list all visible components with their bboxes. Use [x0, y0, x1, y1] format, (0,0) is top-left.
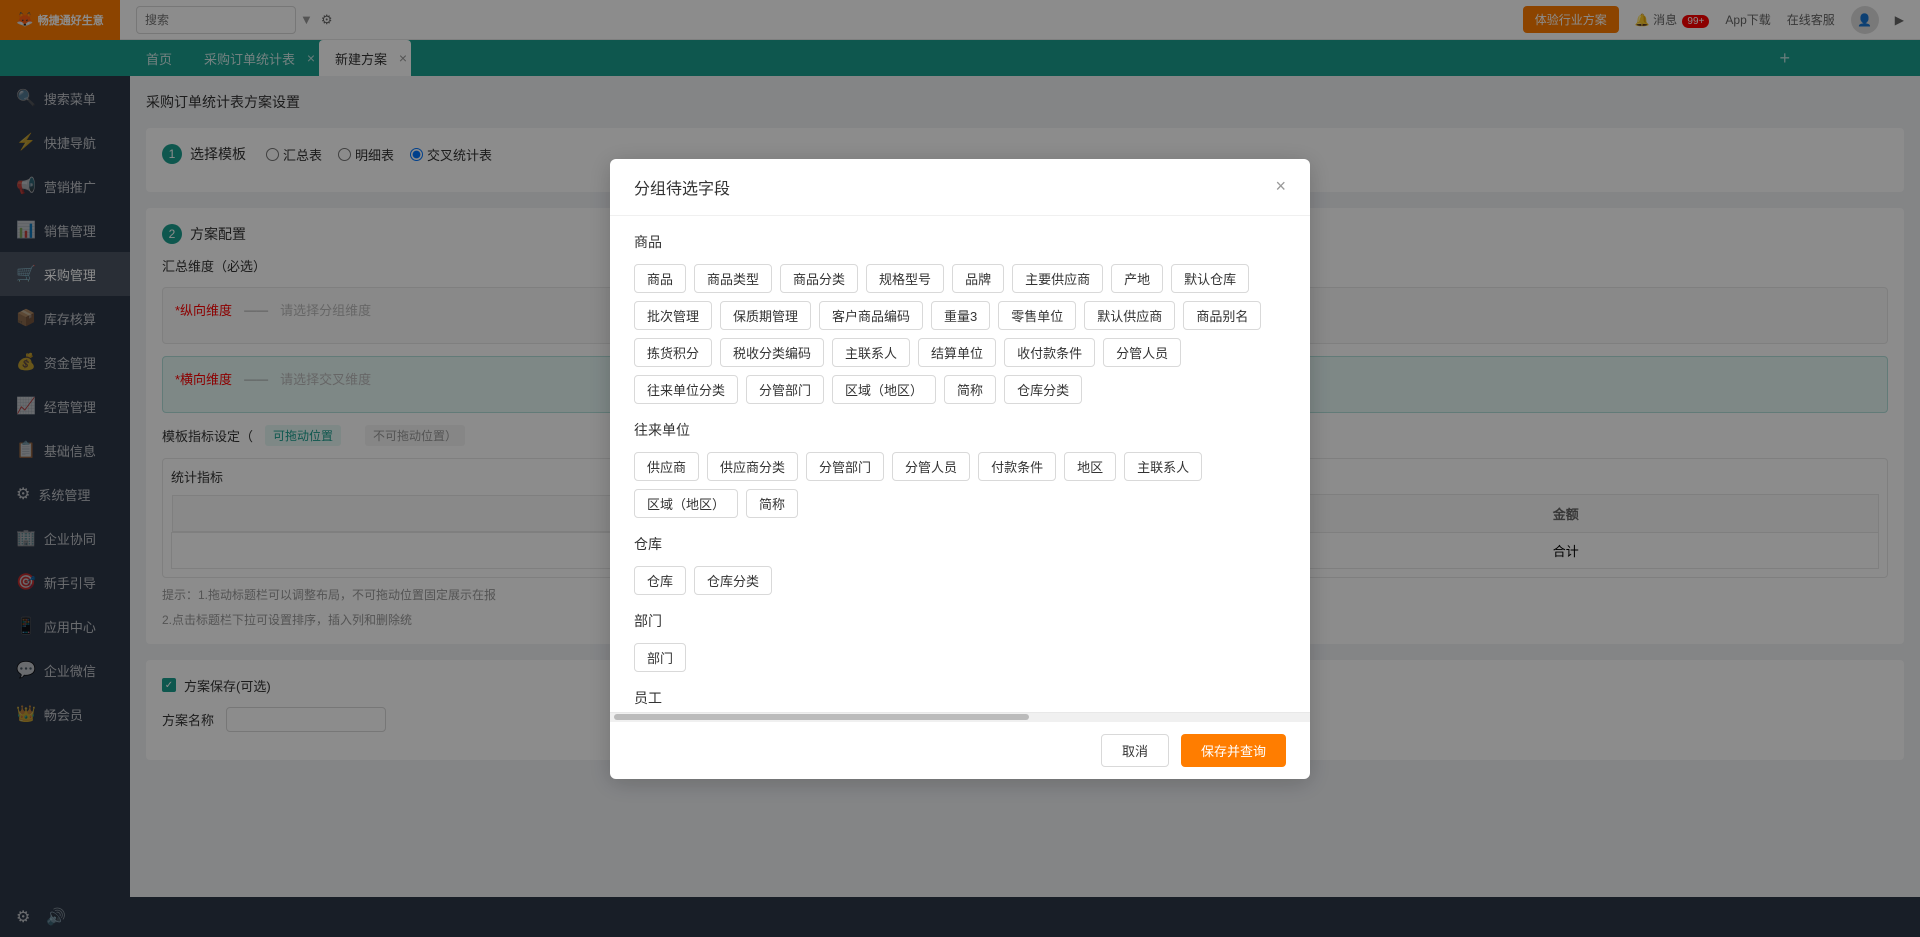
tag-retail-unit[interactable]: 零售单位 [998, 301, 1076, 330]
modal-hscroll[interactable] [610, 712, 1310, 721]
tag-customer-code[interactable]: 客户商品编码 [819, 301, 923, 330]
tag-product-category[interactable]: 商品分类 [780, 264, 858, 293]
tag-counterpart-category[interactable]: 往来单位分类 [634, 375, 738, 404]
section-product-title: 商品 [634, 232, 1286, 252]
section-warehouse-title: 仓库 [634, 534, 1286, 554]
section-department-title: 部门 [634, 611, 1286, 631]
tag-tax-code[interactable]: 税收分类编码 [720, 338, 824, 367]
tag-manage-person[interactable]: 分管人员 [892, 452, 970, 481]
tag-batch-management[interactable]: 批次管理 [634, 301, 712, 330]
tag-default-warehouse[interactable]: 默认仓库 [1171, 264, 1249, 293]
tag-product-alias[interactable]: 商品别名 [1183, 301, 1261, 330]
tag-short-name[interactable]: 简称 [944, 375, 996, 404]
section-counterpart-title: 往来单位 [634, 420, 1286, 440]
tag-weight3[interactable]: 重量3 [931, 301, 990, 330]
tag-warehouse[interactable]: 仓库 [634, 566, 686, 595]
tag-spec-model[interactable]: 规格型号 [866, 264, 944, 293]
save-btn[interactable]: 保存并查询 [1181, 734, 1286, 767]
tag-supervisor[interactable]: 分管人员 [1103, 338, 1181, 367]
tag-main-contact[interactable]: 主联系人 [832, 338, 910, 367]
section-employee-title: 员工 [634, 688, 1286, 708]
tag-shelf-life[interactable]: 保质期管理 [720, 301, 811, 330]
tag-region[interactable]: 区域（地区） [832, 375, 936, 404]
tag-department[interactable]: 部门 [634, 643, 686, 672]
cancel-btn[interactable]: 取消 [1101, 734, 1169, 767]
tag-supplier[interactable]: 供应商 [634, 452, 699, 481]
modal: 分组待选字段 × 商品 商品 商品类型 商品分类 规格型号 品牌 主要供应商 产… [610, 159, 1310, 779]
tag-warehouse-category[interactable]: 仓库分类 [1004, 375, 1082, 404]
hscroll-thumb[interactable] [614, 714, 1029, 720]
department-tags: 部门 [634, 643, 1286, 672]
product-tags: 商品 商品类型 商品分类 规格型号 品牌 主要供应商 产地 默认仓库 批次管理 … [634, 264, 1286, 404]
tag-manage-dept[interactable]: 分管部门 [806, 452, 884, 481]
modal-overlay[interactable]: 分组待选字段 × 商品 商品 商品类型 商品分类 规格型号 品牌 主要供应商 产… [0, 0, 1920, 937]
modal-body: 商品 商品 商品类型 商品分类 规格型号 品牌 主要供应商 产地 默认仓库 批次… [610, 216, 1310, 712]
tag-main-supplier[interactable]: 主要供应商 [1012, 264, 1103, 293]
modal-header: 分组待选字段 × [610, 159, 1310, 216]
tag-region2[interactable]: 区域（地区） [634, 489, 738, 518]
modal-footer: 取消 保存并查询 [610, 721, 1310, 779]
tag-brand[interactable]: 品牌 [952, 264, 1004, 293]
counterpart-tags: 供应商 供应商分类 分管部门 分管人员 付款条件 地区 主联系人 区域（地区） … [634, 452, 1286, 518]
tag-product-type[interactable]: 商品类型 [694, 264, 772, 293]
warehouse-tags: 仓库 仓库分类 [634, 566, 1286, 595]
tag-dept[interactable]: 分管部门 [746, 375, 824, 404]
tag-payment-terms[interactable]: 收付款条件 [1004, 338, 1095, 367]
tag-main-contact2[interactable]: 主联系人 [1124, 452, 1202, 481]
tag-short-name2[interactable]: 简称 [746, 489, 798, 518]
tag-settlement-unit[interactable]: 结算单位 [918, 338, 996, 367]
tag-pick-points[interactable]: 拣货积分 [634, 338, 712, 367]
tag-default-supplier[interactable]: 默认供应商 [1084, 301, 1175, 330]
modal-title: 分组待选字段 [634, 175, 730, 199]
tag-warehouse-cat[interactable]: 仓库分类 [694, 566, 772, 595]
tag-origin[interactable]: 产地 [1111, 264, 1163, 293]
tag-supplier-category[interactable]: 供应商分类 [707, 452, 798, 481]
tag-payment-condition[interactable]: 付款条件 [978, 452, 1056, 481]
modal-close-btn[interactable]: × [1275, 176, 1286, 197]
tag-area[interactable]: 地区 [1064, 452, 1116, 481]
tag-product[interactable]: 商品 [634, 264, 686, 293]
